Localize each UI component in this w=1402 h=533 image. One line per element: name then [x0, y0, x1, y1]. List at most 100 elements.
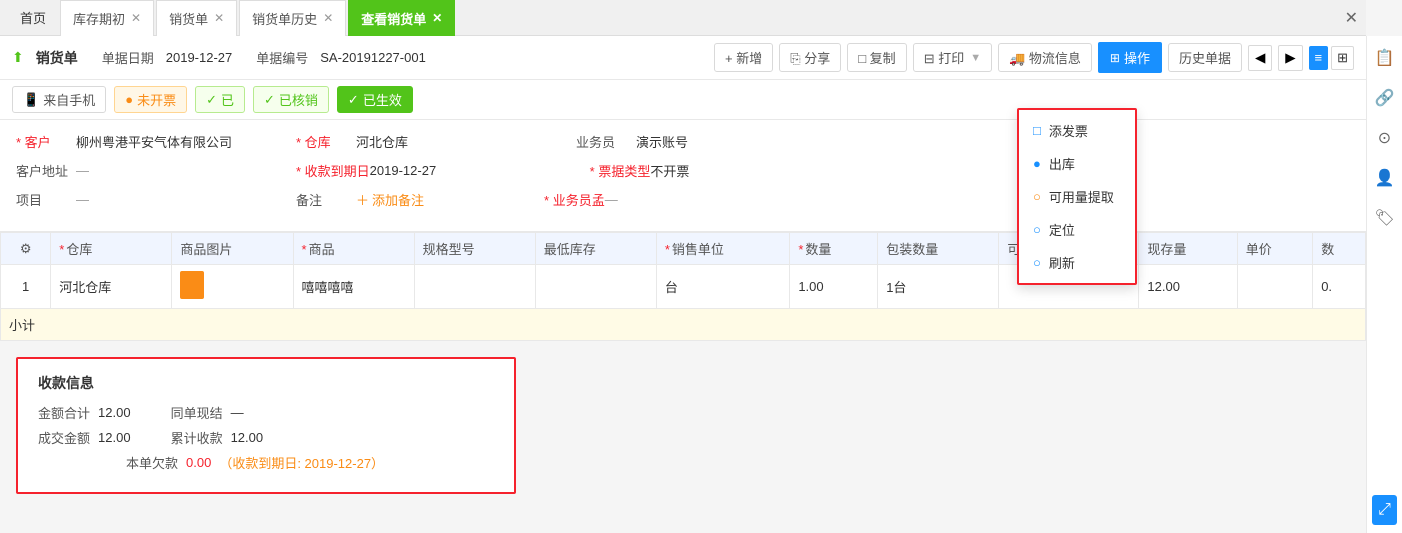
- table-row: 1 河北仓库 嘻嘻嘻嘻 台 1.00 1台 12.00 0.: [1, 265, 1366, 309]
- close-tab-view[interactable]: ✕: [432, 11, 442, 25]
- close-tab-history[interactable]: ✕: [323, 11, 333, 25]
- row-pack-qty: 1台: [878, 265, 999, 309]
- available-qty-item[interactable]: ○ 可用量提取: [1019, 180, 1135, 213]
- print-button[interactable]: ⊟ 打印 ▼: [913, 43, 992, 72]
- row-warehouse: 河北仓库: [51, 265, 172, 309]
- cumulative-payment: 累计收款 12.00: [171, 428, 264, 447]
- no-label: 单据编号: [256, 48, 308, 67]
- sidebar-user-icon[interactable]: 👤: [1371, 164, 1399, 192]
- row-price: [1237, 265, 1312, 309]
- operation-grid-icon: ⊞: [1110, 51, 1120, 65]
- locate-item[interactable]: ○ 定位: [1019, 213, 1135, 246]
- cancelled-button[interactable]: ✓ 已核销: [253, 86, 329, 113]
- customer-label: * 客户: [16, 132, 76, 151]
- same-order-settlement: 同单现结 —: [171, 403, 244, 422]
- grid-view-icon[interactable]: ⊞: [1331, 46, 1354, 70]
- note-label: 备注: [296, 190, 356, 209]
- new-button[interactable]: + 新增: [714, 43, 773, 72]
- check-icon: ✓: [206, 92, 217, 108]
- table-wrapper: ⚙ *仓库 商品图片 *商品 规格型号 最低库存 *销售单位 *数量 包装数量 …: [0, 232, 1366, 341]
- list-view-icon[interactable]: ≡: [1309, 46, 1329, 70]
- from-mobile-button[interactable]: 📱 来自手机: [12, 86, 106, 113]
- add-invoice-item[interactable]: □ 添发票: [1019, 114, 1135, 147]
- ticket-label: * 票据类型: [590, 161, 651, 180]
- logistics-button[interactable]: 🚚 物流信息: [998, 43, 1092, 72]
- not-opened-button[interactable]: ● 未开票: [114, 86, 187, 113]
- cancelled-icon: ✓: [264, 92, 275, 108]
- payment-row-2: 成交金额 12.00 累计收款 12.00: [38, 428, 494, 447]
- view-toggle: ≡ ⊞: [1309, 46, 1355, 70]
- row-min-stock: [535, 265, 656, 309]
- sidebar-tag-icon[interactable]: 🏷: [1370, 204, 1398, 232]
- form-area: * 客户 柳州粤港平安气体有限公司 * 仓库 河北仓库 业务员 演示账号 客户地…: [0, 120, 1366, 232]
- col-other: 数: [1313, 233, 1366, 265]
- copy-button[interactable]: □ 复制: [847, 43, 906, 72]
- col-min-stock: 最低库存: [535, 233, 656, 265]
- row-other: 0.: [1313, 265, 1366, 309]
- sidebar-link-icon[interactable]: 🔗: [1371, 84, 1399, 112]
- this-order-owed: 本单欠款 0.00 （收款到期日: 2019-12-27）: [126, 453, 384, 472]
- col-product: *商品: [293, 233, 414, 265]
- products-table: ⚙ *仓库 商品图片 *商品 规格型号 最低库存 *销售单位 *数量 包装数量 …: [0, 232, 1366, 341]
- out-warehouse-icon: ●: [1033, 156, 1041, 171]
- refresh-icon: ○: [1033, 255, 1041, 270]
- col-gear: ⚙: [1, 233, 51, 265]
- toolbar: ⬆ 销货单 单据日期 2019-12-27 单据编号 SA-20191227-0…: [0, 36, 1366, 80]
- warehouse-label: * 仓库: [296, 132, 356, 151]
- project-label: 项目: [16, 190, 76, 209]
- history-button[interactable]: 历史单据: [1168, 43, 1242, 72]
- sidebar-edit-icon[interactable]: 📋: [1371, 44, 1399, 72]
- locate-icon: ○: [1033, 222, 1041, 237]
- mobile-icon: 📱: [23, 92, 39, 108]
- tab-sales-order[interactable]: 销货单 ✕: [156, 0, 237, 36]
- row-unit: 台: [656, 265, 790, 309]
- doc-title: 销货单: [36, 48, 78, 68]
- row-spec: [414, 265, 535, 309]
- transaction-amount: 成交金额 12.00: [38, 428, 131, 447]
- operation-button[interactable]: ⊞ 操作: [1098, 42, 1162, 73]
- customer-value: 柳州粤港平安气体有限公司: [76, 132, 256, 151]
- col-unit: *销售单位: [656, 233, 790, 265]
- checked-button[interactable]: ✓ 已: [195, 86, 245, 113]
- nav-next-button[interactable]: ▶: [1278, 45, 1302, 71]
- tab-home[interactable]: 首页: [8, 0, 58, 36]
- payment-date-value: 2019-12-27: [370, 163, 550, 178]
- col-spec: 规格型号: [414, 233, 535, 265]
- staff-label: 业务员: [576, 132, 636, 151]
- status-bar: 📱 来自手机 ● 未开票 ✓ 已 ✓ 已核销 ✓ 已生效: [0, 80, 1366, 120]
- col-qty: *数量: [790, 233, 878, 265]
- sidebar-circle-icon[interactable]: ⊙: [1374, 124, 1395, 152]
- right-sidebar: 📋 🔗 ⊙ 👤 🏷 ⤢: [1366, 36, 1402, 533]
- effective-icon: ✓: [348, 92, 359, 108]
- close-tab-inventory[interactable]: ✕: [131, 11, 141, 25]
- plus-icon: ＋: [356, 190, 369, 209]
- nav-prev-button[interactable]: ◀: [1248, 45, 1272, 71]
- date-label: 单据日期: [102, 48, 154, 67]
- col-price: 单价: [1237, 233, 1312, 265]
- tab-inventory-init[interactable]: 库存期初 ✕: [60, 0, 154, 36]
- row-product: 嘻嘻嘻嘻: [293, 265, 414, 309]
- addr-value: —: [76, 163, 256, 178]
- close-tab-sales[interactable]: ✕: [214, 11, 224, 25]
- row-current: 12.00: [1139, 265, 1237, 309]
- add-note-button[interactable]: ＋ 添加备注: [356, 190, 424, 209]
- window-close-button[interactable]: ✕: [1345, 10, 1358, 27]
- share-button[interactable]: ⎘ 分享: [779, 43, 841, 72]
- warehouse-value: 河北仓库: [356, 132, 536, 151]
- effective-button[interactable]: ✓ 已生效: [337, 86, 413, 113]
- subtotal-label: 小计: [1, 309, 1366, 341]
- tab-sales-history[interactable]: 销货单历史 ✕: [239, 0, 346, 36]
- add-invoice-icon: □: [1033, 123, 1041, 138]
- refresh-item[interactable]: ○ 刷新: [1019, 246, 1135, 279]
- col-pack-qty: 包装数量: [878, 233, 999, 265]
- out-warehouse-item[interactable]: ● 出库: [1019, 147, 1135, 180]
- addr-label: 客户地址: [16, 161, 76, 180]
- total-amount: 金额合计 12.00: [38, 403, 131, 422]
- sidebar-expand-icon[interactable]: ⤢: [1372, 495, 1397, 525]
- col-current: 现存量: [1139, 233, 1237, 265]
- ticket-value: 不开票: [650, 161, 830, 180]
- staff-value: 演示账号: [636, 132, 816, 151]
- col-warehouse: *仓库: [51, 233, 172, 265]
- tab-view-sales[interactable]: 查看销货单 ✕: [348, 0, 455, 36]
- payment-section: 收款信息 金额合计 12.00 同单现结 — 成交金额 12.00 累计收款: [0, 341, 1366, 514]
